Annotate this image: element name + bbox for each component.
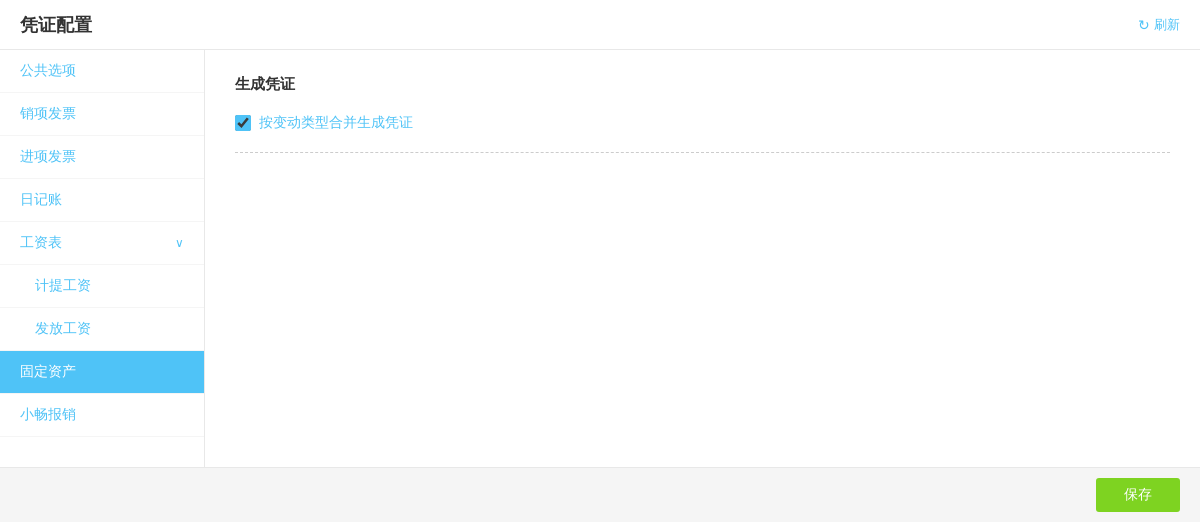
sidebar-label-public-options: 公共选项 [20, 62, 76, 80]
save-button[interactable]: 保存 [1096, 478, 1180, 512]
sidebar-label-sales-invoice: 销项发票 [20, 105, 76, 123]
content-panel: 生成凭证 按变动类型合并生成凭证 [205, 50, 1200, 467]
main-content: 公共选项销项发票进项发票日记账工资表 ∨ 计提工资发放工资固定资产小畅报销 生成凭证… [0, 50, 1200, 467]
sidebar-label-expense-claim: 小畅报销 [20, 406, 76, 424]
sidebar-item-pay-salary[interactable]: 发放工资 [0, 308, 204, 351]
content-inner: 生成凭证 按变动类型合并生成凭证 [205, 50, 1200, 198]
sidebar-item-sales-invoice[interactable]: 销项发票 [0, 93, 204, 136]
merge-by-type-checkbox[interactable] [235, 115, 251, 131]
sidebar-label-pay-salary: 发放工资 [35, 320, 91, 338]
sidebar-item-calc-salary[interactable]: 计提工资 [0, 265, 204, 308]
checkbox-label[interactable]: 按变动类型合并生成凭证 [259, 114, 413, 132]
page-footer: 保存 [0, 467, 1200, 522]
sidebar-item-fixed-assets[interactable]: 固定资产 [0, 351, 204, 394]
sidebar-label-fixed-assets: 固定资产 [20, 363, 76, 381]
checkbox-row: 按变动类型合并生成凭证 [235, 114, 1170, 132]
sidebar-label-payroll-table: 工资表 [20, 234, 62, 252]
refresh-button[interactable]: ↻ 刷新 [1138, 16, 1180, 34]
sidebar-label-purchase-invoice: 进项发票 [20, 148, 76, 166]
sidebar-item-payroll-table[interactable]: 工资表 ∨ [0, 222, 204, 265]
page-header: 凭证配置 ↻ 刷新 [0, 0, 1200, 50]
sidebar-item-purchase-invoice[interactable]: 进项发票 [0, 136, 204, 179]
sidebar: 公共选项销项发票进项发票日记账工资表 ∨ 计提工资发放工资固定资产小畅报销 [0, 50, 205, 467]
sidebar-label-calc-salary: 计提工资 [35, 277, 91, 295]
section-title: 生成凭证 [235, 75, 1170, 94]
page-wrapper: 凭证配置 ↻ 刷新 公共选项销项发票进项发票日记账工资表 ∨ 计提工资发放工资固定资… [0, 0, 1200, 522]
chevron-down-icon: ∨ [175, 236, 184, 250]
refresh-label: 刷新 [1154, 16, 1180, 34]
section-divider [235, 152, 1170, 153]
sidebar-label-journal: 日记账 [20, 191, 62, 209]
sidebar-item-journal[interactable]: 日记账 [0, 179, 204, 222]
sidebar-item-public-options[interactable]: 公共选项 [0, 50, 204, 93]
sidebar-item-expense-claim[interactable]: 小畅报销 [0, 394, 204, 437]
refresh-icon: ↻ [1138, 17, 1150, 33]
page-title: 凭证配置 [20, 13, 92, 37]
